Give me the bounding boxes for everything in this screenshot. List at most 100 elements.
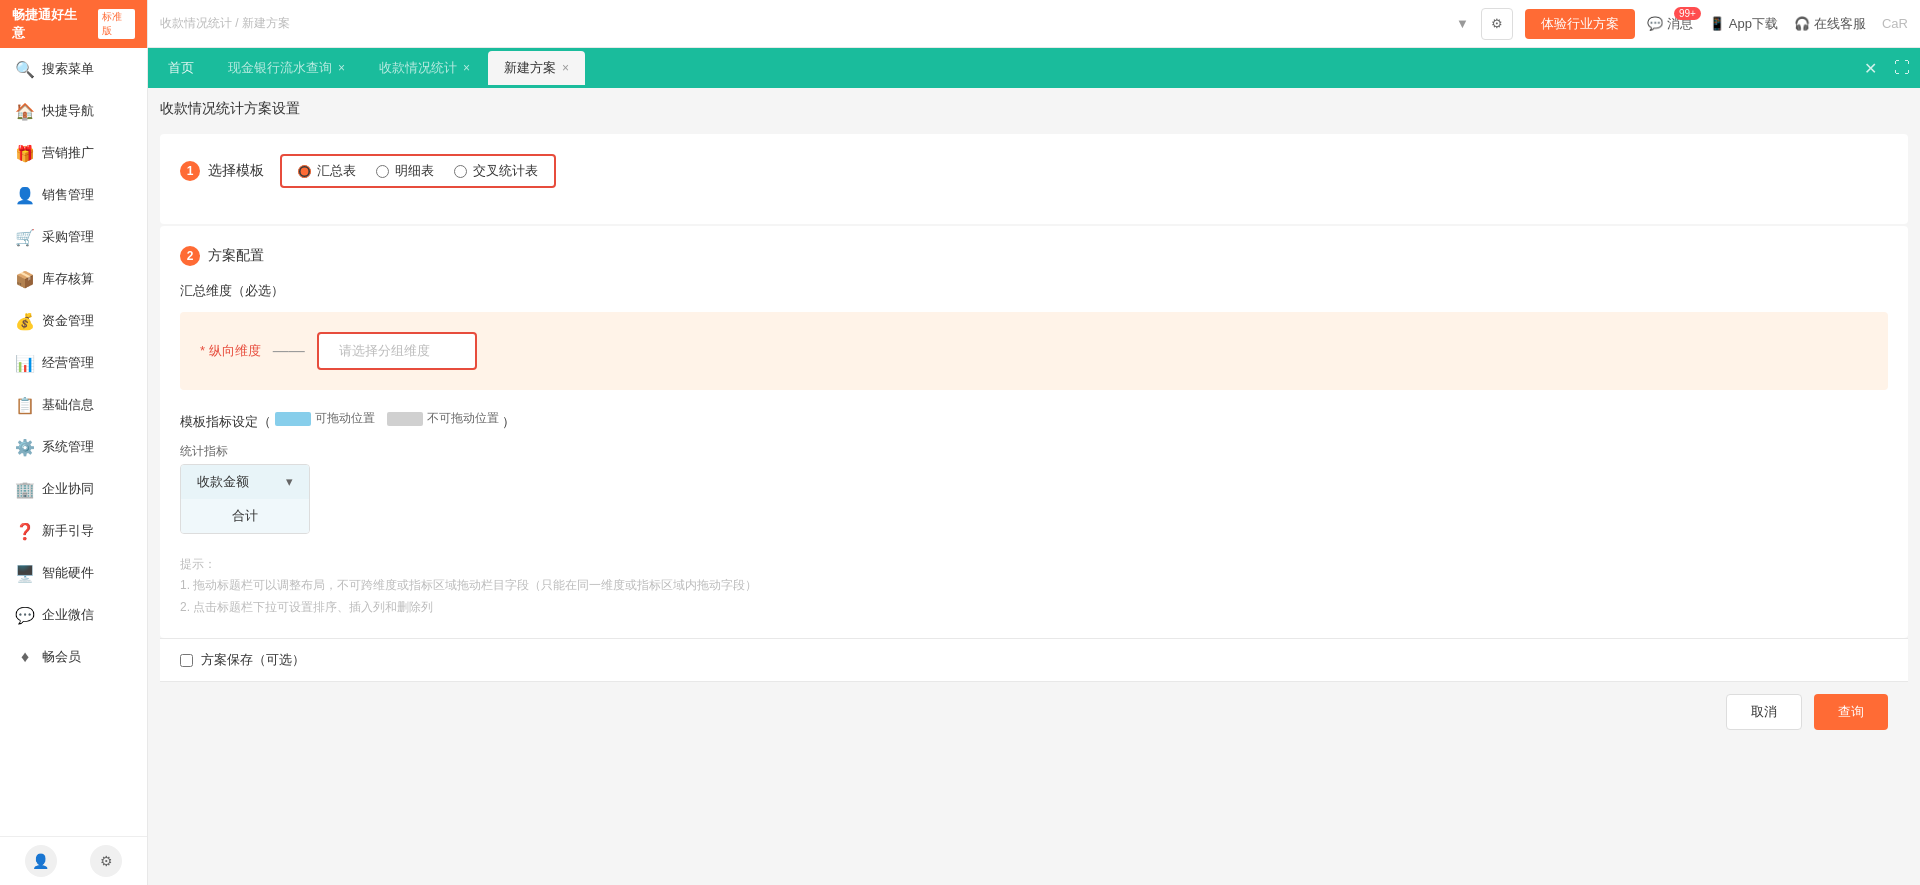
sidebar-item-search-menu[interactable]: 🔍 搜索菜单: [0, 48, 147, 90]
metrics-label-row: 模板指标设定（ 可拖动位置 不可拖动位置 ）: [180, 410, 1888, 431]
sidebar-item-quick-nav[interactable]: 🏠 快捷导航: [0, 90, 147, 132]
metrics-column-header[interactable]: 收款金额 ▾: [181, 465, 309, 499]
metrics-table-container: 统计指标 收款金额 ▾ 合计: [180, 443, 1888, 534]
basic-info-icon: 📋: [16, 396, 34, 414]
topbar-dropdown[interactable]: ▼: [1456, 16, 1469, 31]
dimension-arrow: ——: [273, 342, 305, 360]
tips-title: 提示：: [180, 557, 216, 571]
tab-home[interactable]: 首页: [152, 51, 210, 85]
radio-detail-label: 明细表: [395, 162, 434, 180]
tab-new-plan-close[interactable]: ×: [562, 61, 569, 75]
topbar-gear[interactable]: ⚙: [1481, 8, 1513, 40]
inventory-icon: 📦: [16, 270, 34, 288]
sidebar-item-member[interactable]: ♦ 畅会员: [0, 636, 147, 678]
sidebar-item-label: 采购管理: [42, 228, 94, 246]
topbar-breadcrumb: 收款情况统计 / 新建方案: [160, 15, 1444, 32]
sidebar-item-label: 企业微信: [42, 606, 94, 624]
sidebar-item-label: 企业协同: [42, 480, 94, 498]
sidebar-item-guide[interactable]: ❓ 新手引导: [0, 510, 147, 552]
tip2: 2. 点击标题栏下拉可设置排序、插入列和删除列: [180, 600, 433, 614]
sidebar-item-hardware[interactable]: 🖥️ 智能硬件: [0, 552, 147, 594]
finance-icon: 💰: [16, 312, 34, 330]
metrics-label: 模板指标设定（ 可拖动位置 不可拖动位置 ）: [180, 410, 515, 431]
save-section: 方案保存（可选）: [160, 638, 1908, 681]
step1-card: 1 选择模板 汇总表 明细表 交叉统计表: [160, 134, 1908, 224]
service-label: 在线客服: [1814, 15, 1866, 33]
operation-icon: 📊: [16, 354, 34, 372]
sidebar-item-wechat[interactable]: 💬 企业微信: [0, 594, 147, 636]
tabbar: 首页 现金银行流水查询 × 收款情况统计 × 新建方案 × ✕ ⛶: [148, 48, 1920, 88]
tab-receipt-stats-close[interactable]: ×: [463, 61, 470, 75]
download-icon: 📱: [1709, 16, 1725, 31]
metrics-section: 模板指标设定（ 可拖动位置 不可拖动位置 ） 统计指标: [180, 410, 1888, 618]
tab-new-plan[interactable]: 新建方案 ×: [488, 51, 585, 85]
sidebar-item-finance[interactable]: 💰 资金管理: [0, 300, 147, 342]
radio-cross[interactable]: 交叉统计表: [454, 162, 538, 180]
stats-label: 统计指标: [180, 443, 310, 460]
marketing-icon: 🎁: [16, 144, 34, 162]
radio-detail[interactable]: 明细表: [376, 162, 434, 180]
draggable-hint-box: [275, 412, 311, 426]
sidebar-item-system[interactable]: ⚙️ 系统管理: [0, 426, 147, 468]
dimension-select[interactable]: 请选择分组维度: [317, 332, 477, 370]
sidebar-bottom-icon1[interactable]: 👤: [25, 845, 57, 877]
tab-receipt-stats-label: 收款情况统计: [379, 59, 457, 77]
tab-new-plan-label: 新建方案: [504, 59, 556, 77]
save-checkbox[interactable]: [180, 654, 193, 667]
sidebar-item-purchase[interactable]: 🛒 采购管理: [0, 216, 147, 258]
sidebar-bottom: 👤 ⚙: [0, 836, 147, 885]
footer: 取消 查询: [160, 681, 1908, 742]
cancel-button[interactable]: 取消: [1726, 694, 1802, 730]
tab-bank-flow-close[interactable]: ×: [338, 61, 345, 75]
tab-receipt-stats[interactable]: 收款情况统计 ×: [363, 51, 486, 85]
sidebar-item-label: 经营管理: [42, 354, 94, 372]
sidebar-item-label: 库存核算: [42, 270, 94, 288]
radio-detail-input[interactable]: [376, 165, 389, 178]
template-radio-group: 汇总表 明细表 交叉统计表: [280, 154, 556, 188]
trial-btn[interactable]: 体验行业方案: [1525, 9, 1635, 39]
tab-bank-flow[interactable]: 现金银行流水查询 ×: [212, 51, 361, 85]
username: CaR: [1882, 16, 1908, 31]
purchase-icon: 🛒: [16, 228, 34, 246]
sidebar-item-basic-info[interactable]: 📋 基础信息: [0, 384, 147, 426]
metrics-column-body: 合计: [181, 499, 309, 533]
tab-close-all-icon[interactable]: ✕: [1856, 54, 1884, 82]
query-button[interactable]: 查询: [1814, 694, 1888, 730]
sidebar-item-label: 资金管理: [42, 312, 94, 330]
download-button[interactable]: 📱 App下载: [1709, 15, 1778, 33]
radio-cross-label: 交叉统计表: [473, 162, 538, 180]
sidebar-item-operation[interactable]: 📊 经营管理: [0, 342, 147, 384]
member-icon: ♦: [16, 648, 34, 666]
sidebar-item-label: 基础信息: [42, 396, 94, 414]
sidebar-item-marketing[interactable]: 🎁 营销推广: [0, 132, 147, 174]
radio-summary[interactable]: 汇总表: [298, 162, 356, 180]
message-button[interactable]: 💬 消息 99+: [1647, 15, 1693, 33]
step2-number: 2: [180, 246, 200, 266]
dimension-section-title: 汇总维度（必选）: [180, 282, 1888, 300]
step1-header: 1 选择模板 汇总表 明细表 交叉统计表: [180, 154, 1888, 188]
radio-summary-label: 汇总表: [317, 162, 356, 180]
breadcrumb-text: 收款情况统计 / 新建方案: [160, 15, 290, 32]
tabbar-right: ✕ ⛶: [1856, 54, 1916, 82]
sidebar-item-sales[interactable]: 👤 销售管理: [0, 174, 147, 216]
page-title: 收款情况统计方案设置: [160, 100, 1908, 118]
radio-summary-input[interactable]: [298, 165, 311, 178]
step2-header: 2 方案配置: [180, 246, 1888, 266]
dimension-area: * 纵向维度 —— 请选择分组维度: [180, 312, 1888, 390]
radio-cross-input[interactable]: [454, 165, 467, 178]
metrics-dropdown-icon[interactable]: ▾: [286, 474, 293, 489]
sidebar-bottom-icon2[interactable]: ⚙: [90, 845, 122, 877]
service-button[interactable]: 🎧 在线客服: [1794, 15, 1866, 33]
tab-maximize-icon[interactable]: ⛶: [1888, 54, 1916, 82]
logo-text: 畅捷通好生意: [12, 6, 88, 42]
sidebar-item-label: 快捷导航: [42, 102, 94, 120]
search-menu-icon: 🔍: [16, 60, 34, 78]
sidebar-item-label: 新手引导: [42, 522, 94, 540]
step1-label: 选择模板: [208, 162, 264, 180]
sidebar-item-enterprise[interactable]: 🏢 企业协同: [0, 468, 147, 510]
message-badge: 99+: [1674, 7, 1701, 20]
sidebar-item-label: 畅会员: [42, 648, 81, 666]
service-icon: 🎧: [1794, 16, 1810, 31]
sidebar-item-inventory[interactable]: 📦 库存核算: [0, 258, 147, 300]
tab-home-label: 首页: [168, 59, 194, 77]
